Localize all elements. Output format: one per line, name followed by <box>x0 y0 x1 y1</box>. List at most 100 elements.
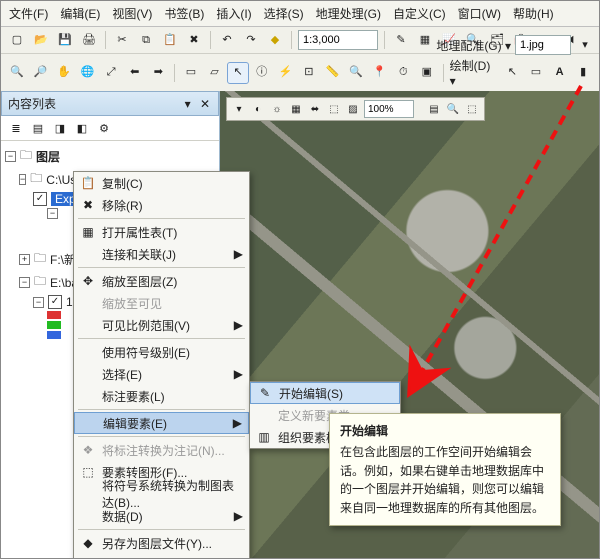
context-menu-item[interactable]: 选择(E)▶ <box>74 363 249 385</box>
menu-view[interactable]: 视图(V) <box>112 5 152 22</box>
table-icon[interactable]: ▦ <box>415 30 435 50</box>
menu-item-icon: ✎ <box>257 386 273 400</box>
context-menu-item[interactable]: 数据(D)▶ <box>74 505 249 527</box>
percent-input[interactable] <box>364 100 414 118</box>
list-by-visibility-icon[interactable]: ◨ <box>51 119 69 137</box>
save-icon[interactable]: 💾 <box>55 30 75 50</box>
histogram-icon[interactable]: ▤ <box>426 101 442 117</box>
list-by-source-icon[interactable]: ▤ <box>29 119 47 137</box>
identify-icon[interactable]: ⓘ <box>252 63 272 83</box>
collapse-icon[interactable]: − <box>5 151 16 162</box>
select-elements-icon[interactable]: ↖ <box>228 63 248 83</box>
redo-icon[interactable]: ↷ <box>241 30 261 50</box>
list-by-selection-icon[interactable]: ◧ <box>73 119 91 137</box>
prev-extent-icon[interactable]: ⬅ <box>125 63 145 83</box>
scale-input[interactable] <box>298 30 378 50</box>
paste-icon[interactable]: 📋 <box>160 30 180 50</box>
new-doc-icon[interactable]: ▢ <box>7 30 27 50</box>
transparency-icon[interactable]: ▦ <box>288 101 304 117</box>
create-viewer-icon[interactable]: ▣ <box>417 63 437 83</box>
pin-icon[interactable]: ▾ <box>181 97 195 111</box>
layer-context-menu[interactable]: 📋复制(C)✖移除(R)▦打开属性表(T)连接和关联(J)▶✥缩放至图层(Z)缩… <box>73 171 250 559</box>
dim-icon[interactable]: ▨ <box>345 101 361 117</box>
stretch-icon[interactable]: ⬚ <box>464 101 480 117</box>
submenu-item[interactable]: ✎开始编辑(S) <box>250 382 400 404</box>
zoom-out-icon[interactable]: 🔎 <box>31 63 51 83</box>
context-menu-item[interactable]: 标注要素(L) <box>74 385 249 407</box>
menu-geoprocessing[interactable]: 地理处理(G) <box>316 5 381 22</box>
georef-dropdown-icon[interactable]: ▾ <box>575 35 595 55</box>
context-menu-item[interactable]: ✥缩放至图层(Z) <box>74 270 249 292</box>
brightness-icon[interactable]: ☼ <box>269 101 285 117</box>
measure-icon[interactable]: 📏 <box>323 63 343 83</box>
next-extent-icon[interactable]: ➡ <box>149 63 169 83</box>
separator <box>210 31 211 49</box>
layer-dropdown-icon[interactable]: ▾ <box>231 101 247 117</box>
layer-checkbox[interactable]: ✓ <box>33 192 47 206</box>
expand-icon[interactable]: + <box>19 254 30 265</box>
go-to-xy-icon[interactable]: 📍 <box>370 63 390 83</box>
menu-edit[interactable]: 编辑(E) <box>60 5 100 22</box>
copy-icon[interactable]: ⧉ <box>136 30 156 50</box>
collapse-icon[interactable]: − <box>19 277 30 288</box>
submenu-arrow-icon: ▶ <box>234 247 243 261</box>
fill-color-icon[interactable]: ▮ <box>573 63 593 83</box>
add-data-icon[interactable]: ◆ <box>265 30 285 50</box>
context-menu-item[interactable]: 可见比例范围(V)▶ <box>74 314 249 336</box>
flicker-icon[interactable]: ⬚ <box>326 101 342 117</box>
context-menu-item[interactable]: 编辑要素(E)▶ <box>74 412 249 434</box>
layer-1[interactable]: 1 <box>66 295 73 309</box>
layer-checkbox[interactable]: ✓ <box>48 295 62 309</box>
menu-item-label: 另存为图层文件(Y)... <box>102 535 212 552</box>
context-menu-item[interactable]: 连接和关联(J)▶ <box>74 243 249 265</box>
clear-selection-icon[interactable]: ▱ <box>205 63 225 83</box>
menu-bookmarks[interactable]: 书签(B) <box>164 5 204 22</box>
context-menu-item[interactable]: ◆创建图层包(A)... <box>74 554 249 559</box>
menu-item-label: 编辑要素(E) <box>103 415 167 432</box>
cut-icon[interactable]: ✂ <box>112 30 132 50</box>
print-icon[interactable]: 🖨 <box>79 30 99 50</box>
menu-selection[interactable]: 选择(S) <box>264 5 304 22</box>
open-icon[interactable]: 📂 <box>31 30 51 50</box>
full-extent-icon[interactable]: 🌐 <box>78 63 98 83</box>
menu-customize[interactable]: 自定义(C) <box>393 5 446 22</box>
georef-target-input[interactable] <box>515 35 571 55</box>
draw-select-icon[interactable]: ↖ <box>503 63 523 83</box>
collapse-icon[interactable]: − <box>47 208 58 219</box>
context-menu-item[interactable]: ✖移除(R) <box>74 194 249 216</box>
separator <box>384 31 385 49</box>
layers-root[interactable]: 图层 <box>36 148 60 165</box>
delete-icon[interactable]: ✖ <box>184 30 204 50</box>
collapse-icon[interactable]: − <box>19 174 26 185</box>
menu-insert[interactable]: 插入(I) <box>216 5 251 22</box>
undo-icon[interactable]: ↶ <box>217 30 237 50</box>
context-menu-item[interactable]: ▦打开属性表(T) <box>74 221 249 243</box>
text-icon[interactable]: A <box>550 63 570 83</box>
close-icon[interactable]: ✕ <box>198 97 212 111</box>
time-slider-icon[interactable]: ⏱ <box>393 63 413 83</box>
menu-help[interactable]: 帮助(H) <box>513 5 554 22</box>
hyperlink-icon[interactable]: ⚡ <box>276 63 296 83</box>
pixel-inspector-icon[interactable]: 🔍 <box>445 101 461 117</box>
fixed-zoom-in-icon[interactable]: ⤢ <box>101 63 121 83</box>
draw-dropdown[interactable]: 绘制(D) ▾ <box>450 57 499 88</box>
context-menu-item[interactable]: 使用符号级别(E) <box>74 341 249 363</box>
menu-windows[interactable]: 窗口(W) <box>458 5 501 22</box>
swipe-icon[interactable]: ⬌ <box>307 101 323 117</box>
select-features-icon[interactable]: ▭ <box>181 63 201 83</box>
contrast-icon[interactable]: ◐ <box>250 101 266 117</box>
html-popup-icon[interactable]: ⊡ <box>299 63 319 83</box>
collapse-icon[interactable]: − <box>33 297 44 308</box>
georef-label[interactable]: 地理配准(G) ▾ <box>436 37 511 54</box>
rectangle-icon[interactable]: ▭ <box>526 63 546 83</box>
zoom-in-icon[interactable]: 🔍 <box>7 63 27 83</box>
context-menu-item[interactable]: 📋复制(C) <box>74 172 249 194</box>
editor-toolbar-icon[interactable]: ✎ <box>391 30 411 50</box>
list-by-drawing-order-icon[interactable]: ≣ <box>7 119 25 137</box>
find-tool-icon[interactable]: 🔍 <box>346 63 366 83</box>
pan-icon[interactable]: ✋ <box>54 63 74 83</box>
context-menu-item[interactable]: ◆另存为图层文件(Y)... <box>74 532 249 554</box>
menu-file[interactable]: 文件(F) <box>9 5 48 22</box>
context-menu-item[interactable]: 将符号系统转换为制图表达(B)... <box>74 483 249 505</box>
options-icon[interactable]: ⚙ <box>95 119 113 137</box>
